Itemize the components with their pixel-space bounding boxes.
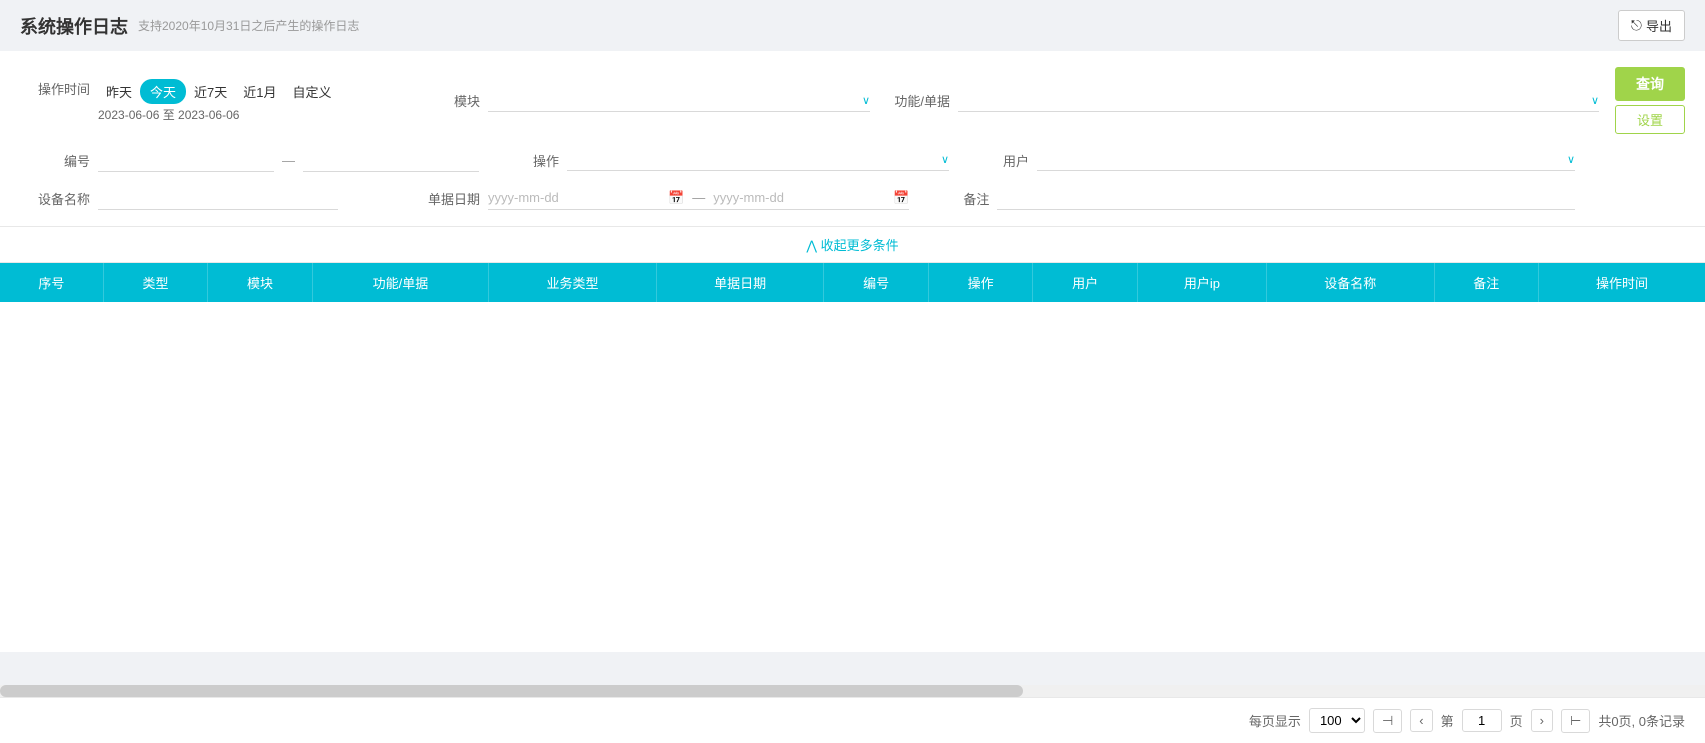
time-range-text: 2023-06-06 至 2023-06-06 (98, 106, 340, 123)
page-prev-button[interactable]: ‹ (1410, 709, 1432, 732)
operation-label: 操作 (499, 151, 559, 170)
number-dash: — (282, 153, 295, 168)
filter-section: 操作时间 昨天 今天 近7天 近1月 自定义 2023-06-06 至 2023… (0, 51, 1705, 227)
filter-row-2: 编号 — 操作 ∨ 用户 ∨ (20, 148, 1685, 172)
time-label: 操作时间 (20, 79, 90, 98)
query-button[interactable]: 查询 (1615, 67, 1685, 101)
col-user: 用户 (1033, 263, 1137, 302)
horizontal-scrollbar[interactable] (0, 685, 1705, 697)
function-chevron-icon: ∨ (1591, 94, 1599, 107)
empty-area (0, 302, 1705, 652)
date-start-input[interactable] (488, 186, 664, 209)
export-label: 导出 (1646, 16, 1672, 35)
scroll-thumb[interactable] (0, 685, 1023, 697)
page-title: 系统操作日志 (20, 13, 128, 39)
col-number: 编号 (824, 263, 928, 302)
function-label: 功能/单据 (890, 91, 950, 110)
calendar-end-icon[interactable]: 📅 (893, 190, 909, 206)
bill-date-label: 单据日期 (420, 189, 480, 208)
operation-select[interactable]: ∨ (567, 149, 949, 171)
time-filter-wrapper: 昨天 今天 近7天 近1月 自定义 2023-06-06 至 2023-06-0… (98, 79, 340, 123)
col-seq: 序号 (0, 263, 103, 302)
remark-filter-col: 备注 (929, 186, 1575, 210)
per-page-select[interactable]: 100 50 200 (1309, 708, 1365, 733)
collapse-chevron-icon: ⋀ (806, 238, 820, 253)
time-btn-yesterday[interactable]: 昨天 (98, 79, 140, 104)
table-wrapper: 序号 类型 模块 功能/单据 业务类型 单据日期 编号 操作 用户 用户ip 设… (0, 263, 1705, 685)
pagination: 每页显示 100 50 200 ⊣ ‹ 第 页 › ⊢ 共0页, 0条记录 (0, 697, 1705, 743)
calendar-start-icon[interactable]: 📅 (668, 190, 684, 206)
page-label: 第 (1441, 711, 1454, 730)
collapse-label: 收起更多条件 (821, 238, 899, 253)
bill-date-filter-col: 单据日期 📅 — 📅 (420, 186, 909, 210)
user-select[interactable]: ∨ (1037, 149, 1575, 171)
number-label: 编号 (20, 151, 90, 170)
export-icon: ⎋ (1631, 17, 1642, 34)
collapse-button[interactable]: ⋀ 收起更多条件 (806, 235, 898, 254)
number-input-end[interactable] (303, 148, 479, 172)
operation-chevron-icon: ∨ (941, 153, 949, 166)
time-filter-col: 操作时间 昨天 今天 近7天 近1月 自定义 2023-06-06 至 2023… (20, 79, 400, 123)
data-table: 序号 类型 模块 功能/单据 业务类型 单据日期 编号 操作 用户 用户ip 设… (0, 263, 1705, 302)
time-btn-1month[interactable]: 近1月 (235, 79, 284, 104)
module-chevron-icon: ∨ (862, 94, 870, 107)
function-filter-col: 功能/单据 ∨ (890, 90, 1599, 112)
action-buttons: 查询 设置 (1615, 67, 1685, 134)
settings-button[interactable]: 设置 (1615, 105, 1685, 134)
device-label: 设备名称 (20, 189, 90, 208)
page-input[interactable] (1462, 709, 1502, 732)
user-label: 用户 (969, 151, 1029, 170)
remark-input[interactable] (997, 186, 1575, 210)
module-filter-col: 模块 ∨ (420, 90, 870, 112)
number-input-start[interactable] (98, 148, 274, 172)
time-filter-group: 昨天 今天 近7天 近1月 自定义 (98, 79, 340, 104)
filter-row-3: 设备名称 单据日期 📅 — 📅 备注 (20, 186, 1685, 210)
col-biz-type: 业务类型 (489, 263, 657, 302)
col-op-time: 操作时间 (1539, 263, 1705, 302)
module-label: 模块 (420, 91, 480, 110)
collapse-bar: ⋀ 收起更多条件 (0, 227, 1705, 263)
pagination-total: 共0页, 0条记录 (1598, 711, 1685, 730)
page-first-button[interactable]: ⊣ (1373, 709, 1402, 733)
col-type: 类型 (103, 263, 207, 302)
page-last-button[interactable]: ⊢ (1561, 709, 1590, 733)
operation-filter-col: 操作 ∨ (499, 149, 949, 171)
page-unit: 页 (1510, 711, 1523, 730)
col-operation: 操作 (928, 263, 1032, 302)
filter-row-1: 操作时间 昨天 今天 近7天 近1月 自定义 2023-06-06 至 2023… (20, 67, 1685, 134)
page-next-button[interactable]: › (1531, 709, 1553, 732)
device-input[interactable] (98, 186, 338, 210)
page-subtitle: 支持2020年10月31日之后产生的操作日志 (138, 17, 359, 34)
device-filter-col: 设备名称 (20, 186, 400, 210)
user-chevron-icon: ∨ (1567, 153, 1575, 166)
col-device: 设备名称 (1266, 263, 1434, 302)
col-bill-date: 单据日期 (656, 263, 824, 302)
col-user-ip: 用户ip (1137, 263, 1266, 302)
user-filter-col: 用户 ∨ (969, 149, 1575, 171)
date-end-input[interactable] (713, 186, 889, 209)
number-filter-col: 编号 — (20, 148, 479, 172)
page-header: 系统操作日志 支持2020年10月31日之后产生的操作日志 ⎋ 导出 (0, 0, 1705, 51)
function-select[interactable]: ∨ (958, 90, 1599, 112)
col-remark: 备注 (1434, 263, 1538, 302)
time-btn-custom[interactable]: 自定义 (285, 79, 340, 104)
export-button[interactable]: ⎋ 导出 (1618, 10, 1685, 41)
col-module: 模块 (208, 263, 312, 302)
time-btn-7days[interactable]: 近7天 (186, 79, 235, 104)
remark-label: 备注 (929, 189, 989, 208)
date-dash: — (692, 190, 705, 205)
per-page-label: 每页显示 (1249, 711, 1301, 730)
col-function: 功能/单据 (312, 263, 488, 302)
module-select[interactable]: ∨ (488, 90, 870, 112)
table-header-row: 序号 类型 模块 功能/单据 业务类型 单据日期 编号 操作 用户 用户ip 设… (0, 263, 1705, 302)
table-header: 序号 类型 模块 功能/单据 业务类型 单据日期 编号 操作 用户 用户ip 设… (0, 263, 1705, 302)
time-btn-today[interactable]: 今天 (140, 79, 186, 104)
